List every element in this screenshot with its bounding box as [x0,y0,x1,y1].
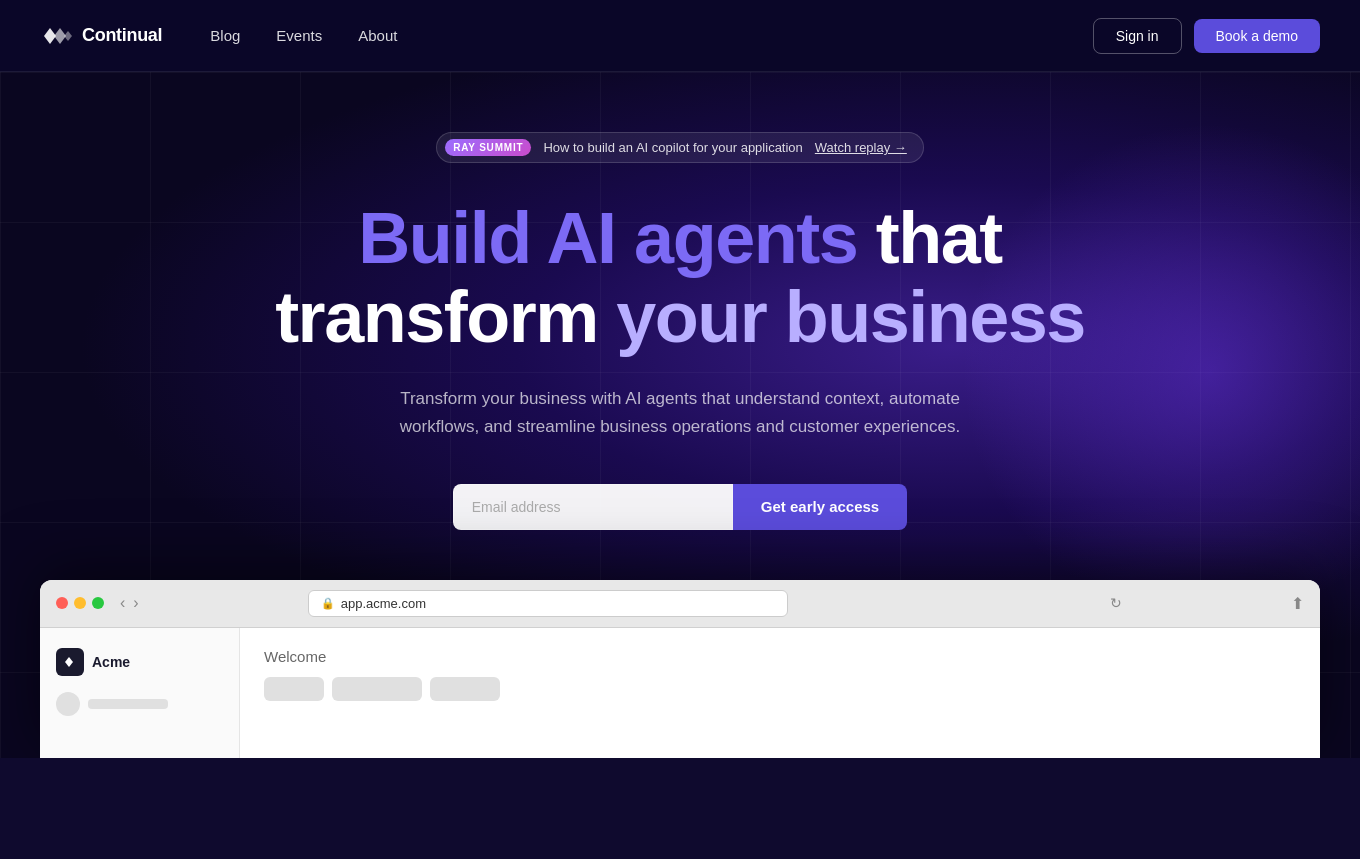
hero-section: RAY SUMMIT How to build an AI copilot fo… [0,72,1360,758]
traffic-light-red[interactable] [56,597,68,609]
nav-item-blog[interactable]: Blog [210,27,240,45]
heading-white-1: that [857,198,1001,278]
heading-colored-1: Build AI agents [358,198,857,278]
address-bar[interactable]: 🔒 app.acme.com [308,590,788,617]
app-logo-row: Acme [56,648,223,676]
skeleton-btn-1 [264,677,324,701]
browser-mockup-section: ‹ › 🔒 app.acme.com ↻ ⬆ [40,580,1320,758]
url-text: app.acme.com [341,596,426,611]
book-demo-button[interactable]: Book a demo [1194,19,1321,53]
app-logo-icon [56,648,84,676]
app-name: Acme [92,654,130,670]
hero-heading: Build AI agents that transform your busi… [275,199,1085,357]
announcement-text: How to build an AI copilot for your appl… [543,140,802,155]
watch-replay-link[interactable]: Watch replay → [815,140,907,155]
email-input[interactable] [453,484,733,530]
hero-subtext: Transform your business with AI agents t… [370,385,990,439]
browser-toolbar: ‹ › 🔒 app.acme.com ↻ ⬆ [40,580,1320,628]
browser-window: ‹ › 🔒 app.acme.com ↻ ⬆ [40,580,1320,758]
share-icon[interactable]: ⬆ [1291,594,1304,613]
traffic-light-green[interactable] [92,597,104,609]
logo-text: Continual [82,25,162,46]
skeleton-button-group [264,677,1296,701]
nav-item-about[interactable]: About [358,27,397,45]
skeleton-circle [56,692,80,716]
traffic-light-yellow[interactable] [74,597,86,609]
skeleton-btn-3 [430,677,500,701]
nav-actions: Sign in Book a demo [1093,18,1320,54]
heading-white-2: transform [275,277,598,357]
sidebar-skeleton-row [56,692,223,716]
app-sidebar: Acme [40,628,240,758]
nav-links: Blog Events About [210,27,397,45]
navbar: Continual Blog Events About Sign in Book… [0,0,1360,72]
signin-button[interactable]: Sign in [1093,18,1182,54]
browser-nav-buttons: ‹ › [120,595,139,611]
nav-item-events[interactable]: Events [276,27,322,45]
ray-summit-badge: RAY SUMMIT [445,139,531,156]
back-arrow-icon[interactable]: ‹ [120,595,125,611]
announcement-bar[interactable]: RAY SUMMIT How to build an AI copilot fo… [436,132,924,163]
forward-arrow-icon[interactable]: › [133,595,138,611]
lock-icon: 🔒 [321,597,335,610]
welcome-label: Welcome [264,648,1296,665]
reload-icon[interactable]: ↻ [1110,595,1122,611]
skeleton-line [88,699,168,709]
skeleton-btn-2 [332,677,422,701]
browser-content: Acme Welcome [40,628,1320,758]
cta-row: Get early access [453,484,907,530]
heading-colored-2: your business [598,277,1085,357]
get-early-access-button[interactable]: Get early access [733,484,907,530]
app-main-content: Welcome [240,628,1320,758]
logo-icon [40,24,72,48]
traffic-lights [56,597,104,609]
logo[interactable]: Continual [40,24,162,48]
